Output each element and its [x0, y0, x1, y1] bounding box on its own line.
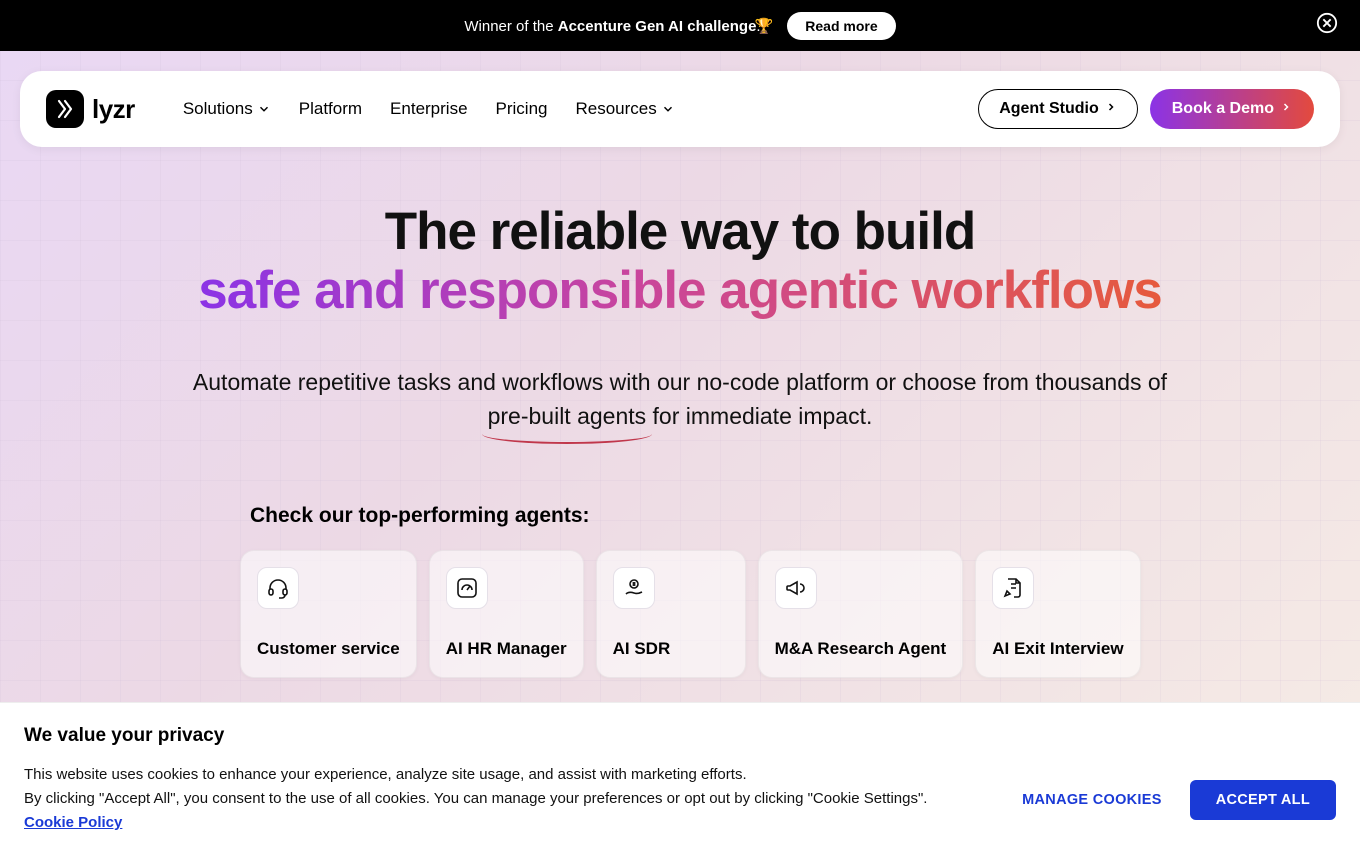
logo-text: lyzr [92, 94, 135, 125]
megaphone-icon [775, 567, 817, 609]
agent-card-ma-research[interactable]: M&A Research Agent [758, 550, 964, 678]
agent-card-label: M&A Research Agent [775, 639, 947, 659]
headset-icon [257, 567, 299, 609]
agent-card-customer-service[interactable]: Customer service [240, 550, 417, 678]
trophy-icon: 🏆 [755, 18, 774, 35]
agent-studio-button[interactable]: Agent Studio [978, 89, 1138, 129]
accept-all-cookies-button[interactable]: ACCEPT ALL [1190, 780, 1336, 820]
nav-pricing[interactable]: Pricing [496, 99, 548, 119]
main-nav: Solutions Platform Enterprise Pricing Re… [183, 99, 675, 119]
book-demo-header-button[interactable]: Book a Demo [1150, 89, 1314, 129]
agent-card-label: AI HR Manager [446, 639, 567, 659]
agent-card-label: Customer service [257, 639, 400, 659]
chevron-right-icon [1280, 100, 1292, 118]
nav-pricing-label: Pricing [496, 99, 548, 119]
nav-platform-label: Platform [299, 99, 362, 119]
nav-enterprise[interactable]: Enterprise [390, 99, 467, 119]
hero-title: The reliable way to build safe and respo… [40, 202, 1320, 321]
hero-subtitle: Automate repetitive tasks and workflows … [180, 365, 1180, 434]
nav-resources-label: Resources [576, 99, 657, 119]
agent-card-exit-interview[interactable]: AI Exit Interview [975, 550, 1140, 678]
agent-card-label: AI Exit Interview [992, 639, 1123, 659]
document-edit-icon [992, 567, 1034, 609]
close-banner-button[interactable] [1316, 14, 1338, 36]
announcement-text: Winner of the Accenture Gen AI challenge… [464, 17, 773, 35]
agent-card-label: AI SDR [613, 639, 729, 659]
money-hand-icon [613, 567, 655, 609]
cookie-text: This website uses cookies to enhance you… [24, 763, 944, 835]
chevron-down-icon [661, 102, 675, 116]
agents-section: Check our top-performing agents: Custome… [230, 504, 1130, 678]
manage-cookies-button[interactable]: MANAGE COOKIES [1022, 792, 1162, 808]
agent-studio-label: Agent Studio [999, 100, 1099, 118]
logo-mark-icon [46, 90, 84, 128]
nav-solutions[interactable]: Solutions [183, 99, 271, 119]
nav-enterprise-label: Enterprise [390, 99, 467, 119]
hero-section: The reliable way to build safe and respo… [0, 202, 1360, 434]
close-icon [1316, 12, 1338, 39]
nav-platform[interactable]: Platform [299, 99, 362, 119]
logo[interactable]: lyzr [46, 90, 135, 128]
agent-card-hr-manager[interactable]: AI HR Manager [429, 550, 584, 678]
read-more-button[interactable]: Read more [787, 12, 895, 40]
chevron-down-icon [257, 102, 271, 116]
announcement-banner: Winner of the Accenture Gen AI challenge… [0, 0, 1360, 51]
agent-card-row: Customer service AI HR Manager AI SD [240, 550, 1120, 678]
nav-resources[interactable]: Resources [576, 99, 675, 119]
agents-heading: Check our top-performing agents: [250, 504, 1120, 528]
book-demo-header-label: Book a Demo [1172, 100, 1274, 118]
cookie-policy-link[interactable]: Cookie Policy [24, 814, 122, 831]
nav-solutions-label: Solutions [183, 99, 253, 119]
cookie-title: We value your privacy [24, 725, 944, 747]
chevron-right-icon [1105, 100, 1117, 118]
gauge-icon [446, 567, 488, 609]
hero-underline-text: pre-built agents [488, 399, 647, 434]
main-header: lyzr Solutions Platform Enterprise Prici… [20, 71, 1340, 147]
agent-card-sdr[interactable]: AI SDR [596, 550, 746, 678]
cookie-banner: We value your privacy This website uses … [0, 702, 1360, 859]
